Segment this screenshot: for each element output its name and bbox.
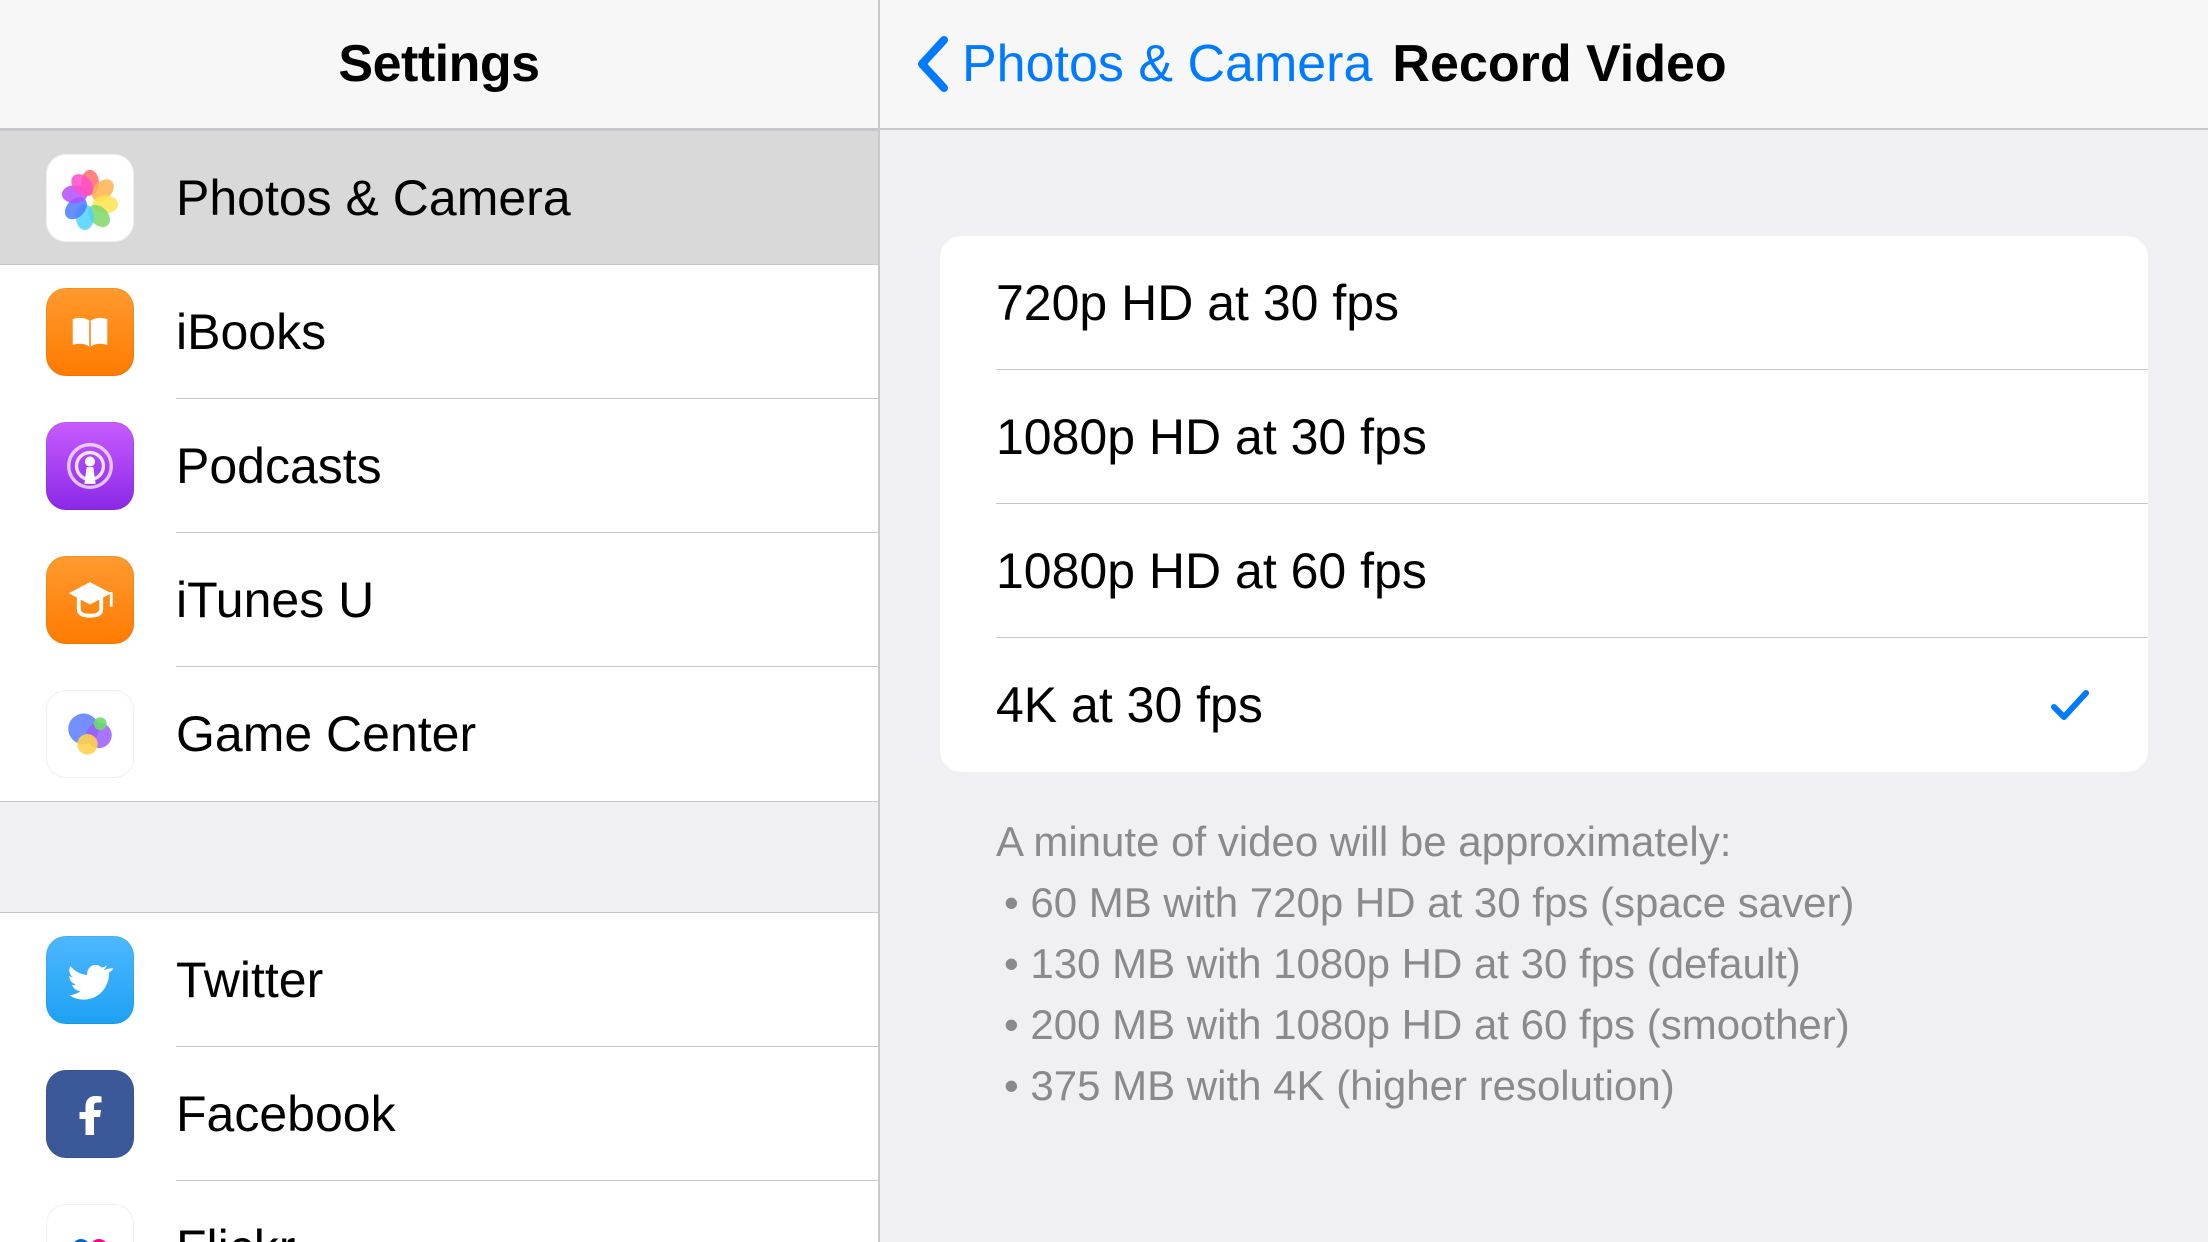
sidebar-item-game-center[interactable]: Game Center bbox=[0, 667, 878, 801]
chevron-left-icon bbox=[914, 36, 950, 92]
page-title: Record Video bbox=[1392, 34, 1726, 94]
detail-header: Photos & Camera Record Video bbox=[880, 0, 2208, 130]
sidebar-item-flickr[interactable]: Flickr bbox=[0, 1181, 878, 1242]
footer-text: A minute of video will be approximately:… bbox=[940, 772, 2148, 1116]
sidebar-item-label: Facebook bbox=[176, 1085, 396, 1143]
gamecenter-icon bbox=[46, 690, 134, 778]
footer-line: • 60 MB with 720p HD at 30 fps (space sa… bbox=[996, 873, 2092, 934]
sidebar-title: Settings bbox=[338, 34, 539, 94]
sidebar-item-label: Flickr bbox=[176, 1219, 295, 1242]
option-4k-30fps[interactable]: 4K at 30 fps bbox=[940, 638, 2148, 772]
option-1080p-60fps[interactable]: 1080p HD at 60 fps bbox=[940, 504, 2148, 638]
sidebar-item-label: iBooks bbox=[176, 303, 326, 361]
sidebar-item-twitter[interactable]: Twitter bbox=[0, 913, 878, 1047]
sidebar-item-itunes-u[interactable]: iTunes U bbox=[0, 533, 878, 667]
back-button[interactable]: Photos & Camera bbox=[914, 34, 1372, 94]
sidebar-item-podcasts[interactable]: Podcasts bbox=[0, 399, 878, 533]
sidebar-group-social: Twitter Facebook bbox=[0, 912, 878, 1242]
back-label: Photos & Camera bbox=[962, 34, 1372, 94]
settings-sidebar: Settings bbox=[0, 0, 880, 1242]
sidebar-item-label: iTunes U bbox=[176, 571, 374, 629]
option-1080p-30fps[interactable]: 1080p HD at 30 fps bbox=[940, 370, 2148, 504]
sidebar-item-ibooks[interactable]: iBooks bbox=[0, 265, 878, 399]
footer-heading: A minute of video will be approximately: bbox=[996, 812, 2092, 873]
checkmark-icon bbox=[2048, 683, 2092, 727]
option-label: 4K at 30 fps bbox=[996, 676, 1263, 734]
option-label: 1080p HD at 30 fps bbox=[996, 408, 1427, 466]
detail-pane: Photos & Camera Record Video 720p HD at … bbox=[880, 0, 2208, 1242]
ibooks-icon bbox=[46, 288, 134, 376]
footer-line: • 200 MB with 1080p HD at 60 fps (smooth… bbox=[996, 995, 2092, 1056]
sidebar-header: Settings bbox=[0, 0, 878, 130]
sidebar-group-apps: Photos & Camera iBooks bbox=[0, 130, 878, 802]
sidebar-list[interactable]: Photos & Camera iBooks bbox=[0, 130, 878, 1242]
record-video-options: 720p HD at 30 fps 1080p HD at 30 fps 108… bbox=[940, 236, 2148, 772]
photos-icon bbox=[46, 154, 134, 242]
itunesu-icon bbox=[46, 556, 134, 644]
podcasts-icon bbox=[46, 422, 134, 510]
detail-body: 720p HD at 30 fps 1080p HD at 30 fps 108… bbox=[880, 130, 2208, 1116]
facebook-icon bbox=[46, 1070, 134, 1158]
footer-line: • 130 MB with 1080p HD at 30 fps (defaul… bbox=[996, 934, 2092, 995]
option-720p-30fps[interactable]: 720p HD at 30 fps bbox=[940, 236, 2148, 370]
flickr-icon bbox=[46, 1204, 134, 1242]
sidebar-item-facebook[interactable]: Facebook bbox=[0, 1047, 878, 1181]
footer-line: • 375 MB with 4K (higher resolution) bbox=[996, 1056, 2092, 1117]
sidebar-item-photos-camera[interactable]: Photos & Camera bbox=[0, 131, 878, 265]
sidebar-item-label: Twitter bbox=[176, 951, 323, 1009]
option-label: 1080p HD at 60 fps bbox=[996, 542, 1427, 600]
sidebar-item-label: Podcasts bbox=[176, 437, 382, 495]
sidebar-item-label: Photos & Camera bbox=[176, 169, 571, 227]
option-label: 720p HD at 30 fps bbox=[996, 274, 1399, 332]
settings-app: Settings bbox=[0, 0, 2208, 1242]
twitter-icon bbox=[46, 936, 134, 1024]
sidebar-item-label: Game Center bbox=[176, 705, 476, 763]
